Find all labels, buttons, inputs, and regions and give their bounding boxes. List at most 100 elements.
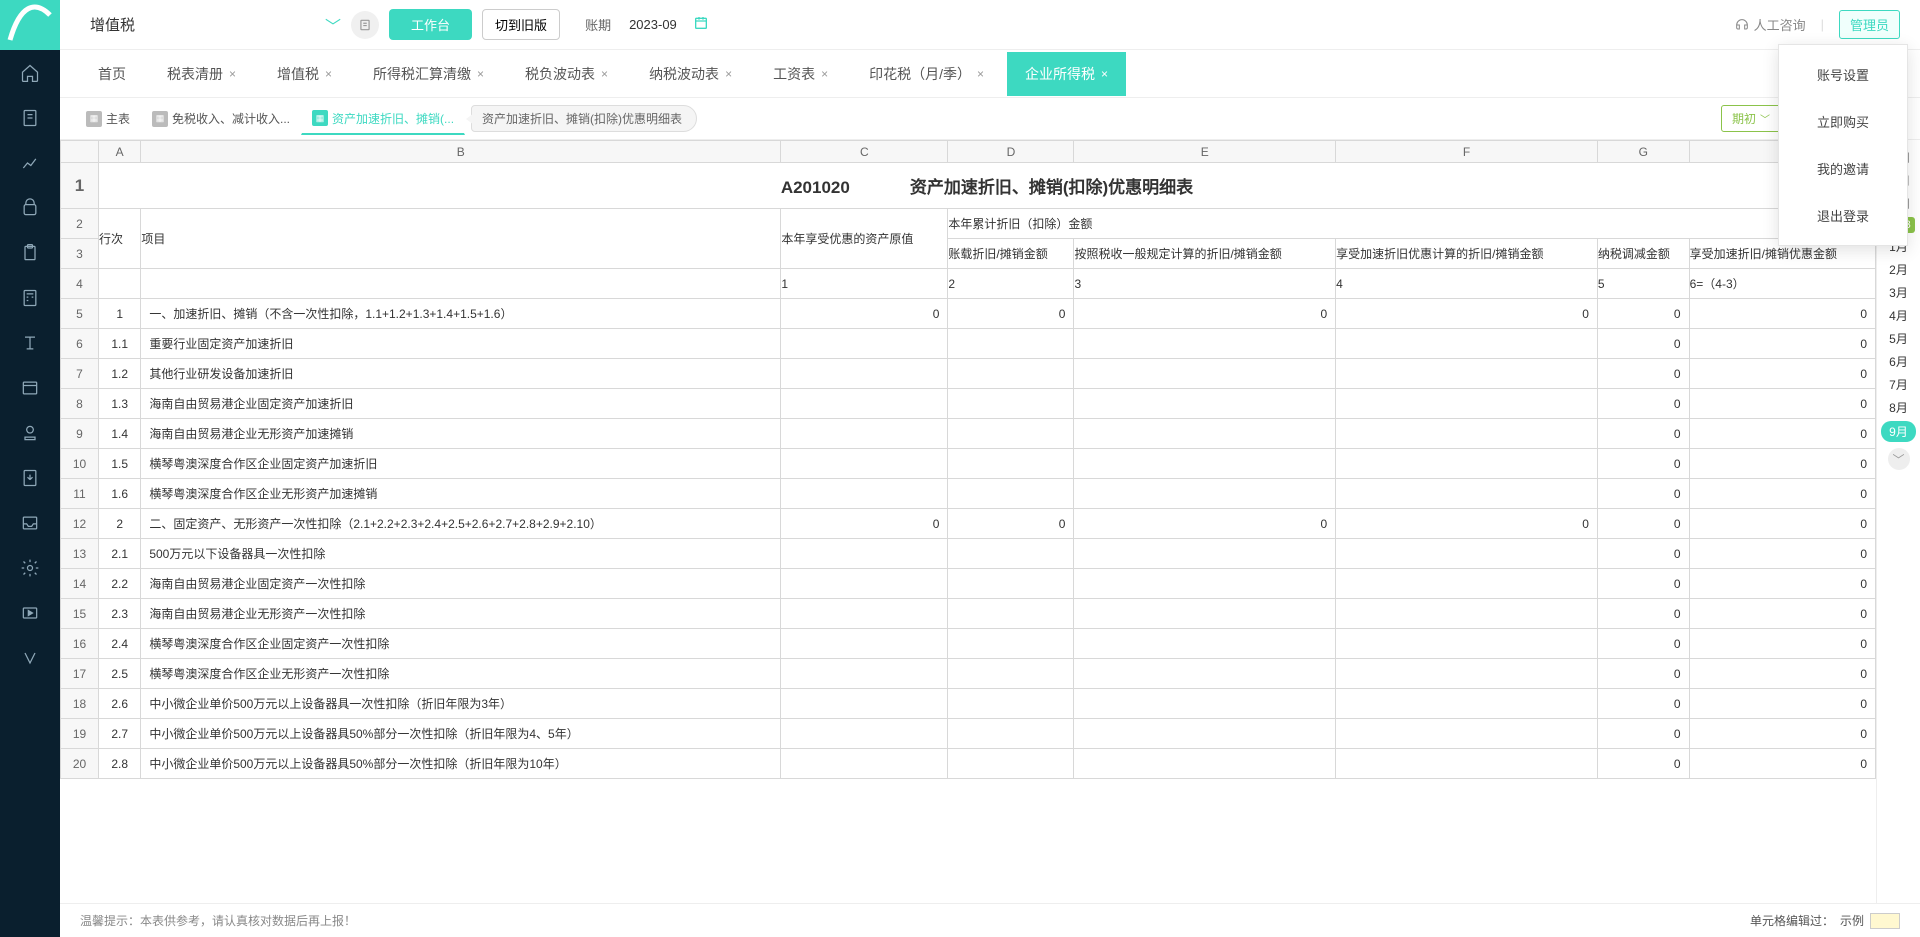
cell[interactable]: 0 <box>1689 449 1875 479</box>
col-header[interactable]: F <box>1336 141 1598 163</box>
tab[interactable]: 所得税汇算清缴× <box>355 52 502 96</box>
cell[interactable]: 0 <box>1597 719 1689 749</box>
cell[interactable]: 海南自由贸易港企业无形资产加速摊销 <box>141 419 781 449</box>
qichu-button[interactable]: 期初﹀ <box>1721 105 1781 132</box>
cell[interactable]: 海南自由贸易港企业固定资产一次性扣除 <box>141 569 781 599</box>
nav-bag-icon[interactable] <box>0 185 60 230</box>
cell[interactable]: 重要行业固定资产加速折旧 <box>141 329 781 359</box>
cell[interactable] <box>948 479 1074 509</box>
close-icon[interactable]: × <box>477 67 484 81</box>
cell[interactable]: 17 <box>61 659 99 689</box>
cell[interactable] <box>948 569 1074 599</box>
month-item[interactable]: 9月 <box>1881 421 1916 442</box>
subtab[interactable]: ▦主表 <box>75 103 141 134</box>
month-item[interactable]: 8月 <box>1877 396 1920 419</box>
switch-old-button[interactable]: 切到旧版 <box>482 9 560 40</box>
cell[interactable] <box>1336 749 1598 779</box>
cell[interactable] <box>1074 479 1336 509</box>
cell[interactable]: 11 <box>61 479 99 509</box>
cell[interactable]: 1 <box>99 299 141 329</box>
cell[interactable] <box>1336 569 1598 599</box>
col-header[interactable]: C <box>781 141 948 163</box>
cell[interactable]: 0 <box>1597 629 1689 659</box>
cell[interactable] <box>948 539 1074 569</box>
cell[interactable] <box>948 629 1074 659</box>
cell[interactable] <box>1074 689 1336 719</box>
cell[interactable] <box>1336 479 1598 509</box>
cell[interactable] <box>1336 689 1598 719</box>
cell[interactable] <box>1336 449 1598 479</box>
module-title[interactable]: 增值税 <box>90 14 135 35</box>
cell[interactable]: 16 <box>61 629 99 659</box>
cell[interactable] <box>1336 419 1598 449</box>
tab[interactable]: 首页 <box>80 52 144 96</box>
cell[interactable]: 0 <box>1074 509 1336 539</box>
cell[interactable] <box>1074 719 1336 749</box>
col-header[interactable]: E <box>1074 141 1336 163</box>
cell[interactable]: 0 <box>1597 329 1689 359</box>
cell[interactable]: 2.3 <box>99 599 141 629</box>
cell[interactable]: 0 <box>1597 599 1689 629</box>
cell[interactable]: 0 <box>1689 719 1875 749</box>
cell[interactable] <box>948 719 1074 749</box>
chevron-down-icon[interactable]: ﹀ <box>1888 448 1910 470</box>
col-header[interactable]: D <box>948 141 1074 163</box>
cell[interactable]: 0 <box>1597 419 1689 449</box>
cell[interactable]: 本年累计折旧（扣除）金额 <box>948 209 1876 239</box>
close-icon[interactable]: × <box>601 67 608 81</box>
cell[interactable]: 0 <box>1689 419 1875 449</box>
cell[interactable]: 横琴粤澳深度合作区企业无形资产一次性扣除 <box>141 659 781 689</box>
cell[interactable]: 2.4 <box>99 629 141 659</box>
cell[interactable] <box>1074 359 1336 389</box>
cell[interactable] <box>948 419 1074 449</box>
cell[interactable]: 1.3 <box>99 389 141 419</box>
close-icon[interactable]: × <box>821 67 828 81</box>
cell[interactable]: 0 <box>1689 359 1875 389</box>
cell[interactable]: 0 <box>1689 479 1875 509</box>
cell[interactable] <box>1074 449 1336 479</box>
history-icon[interactable] <box>351 11 379 39</box>
cell[interactable]: 8 <box>61 389 99 419</box>
tab[interactable]: 增值税× <box>259 52 350 96</box>
nav-stamp-icon[interactable] <box>0 410 60 455</box>
nav-window-icon[interactable] <box>0 365 60 410</box>
nav-settings-icon[interactable] <box>0 545 60 590</box>
cell[interactable]: 0 <box>781 299 948 329</box>
tab[interactable]: 印花税（月/季）× <box>851 52 1002 96</box>
cell[interactable] <box>1074 539 1336 569</box>
cell[interactable] <box>781 599 948 629</box>
cell[interactable] <box>1336 659 1598 689</box>
tab[interactable]: 纳税波动表× <box>631 52 750 96</box>
cell[interactable]: 0 <box>1689 389 1875 419</box>
cell[interactable] <box>1074 419 1336 449</box>
cell[interactable]: 0 <box>948 299 1074 329</box>
cell[interactable]: 0 <box>1074 299 1336 329</box>
cell[interactable]: 6=（4-3） <box>1689 269 1875 299</box>
cell[interactable]: 4 <box>1336 269 1598 299</box>
cell[interactable]: 5 <box>1597 269 1689 299</box>
calendar-icon[interactable] <box>693 15 709 34</box>
cell[interactable]: 项目 <box>141 209 781 269</box>
cell[interactable]: 7 <box>61 359 99 389</box>
close-icon[interactable]: × <box>325 67 332 81</box>
cell[interactable]: 19 <box>61 719 99 749</box>
tab[interactable]: 工资表× <box>755 52 846 96</box>
cell[interactable]: 0 <box>1689 629 1875 659</box>
cell[interactable] <box>1336 389 1598 419</box>
close-icon[interactable]: × <box>229 67 236 81</box>
subtab[interactable]: ▦资产加速折旧、摊销(... <box>301 103 465 135</box>
cell[interactable]: 6 <box>61 329 99 359</box>
col-header[interactable] <box>61 141 99 163</box>
cell[interactable] <box>141 269 781 299</box>
month-item[interactable]: 5月 <box>1877 327 1920 350</box>
cell[interactable]: 纳税调减金额 <box>1597 239 1689 269</box>
cell[interactable]: 0 <box>1689 659 1875 689</box>
month-item[interactable]: 3月 <box>1877 281 1920 304</box>
user-menu-item[interactable]: 立即购买 <box>1779 98 1907 145</box>
cell[interactable]: 500万元以下设备器具一次性扣除 <box>141 539 781 569</box>
cell[interactable]: 14 <box>61 569 99 599</box>
month-item[interactable]: 2月 <box>1877 258 1920 281</box>
chevron-down-icon[interactable]: ﹀ <box>325 13 341 37</box>
cell[interactable]: 18 <box>61 689 99 719</box>
cell[interactable]: 0 <box>1689 689 1875 719</box>
